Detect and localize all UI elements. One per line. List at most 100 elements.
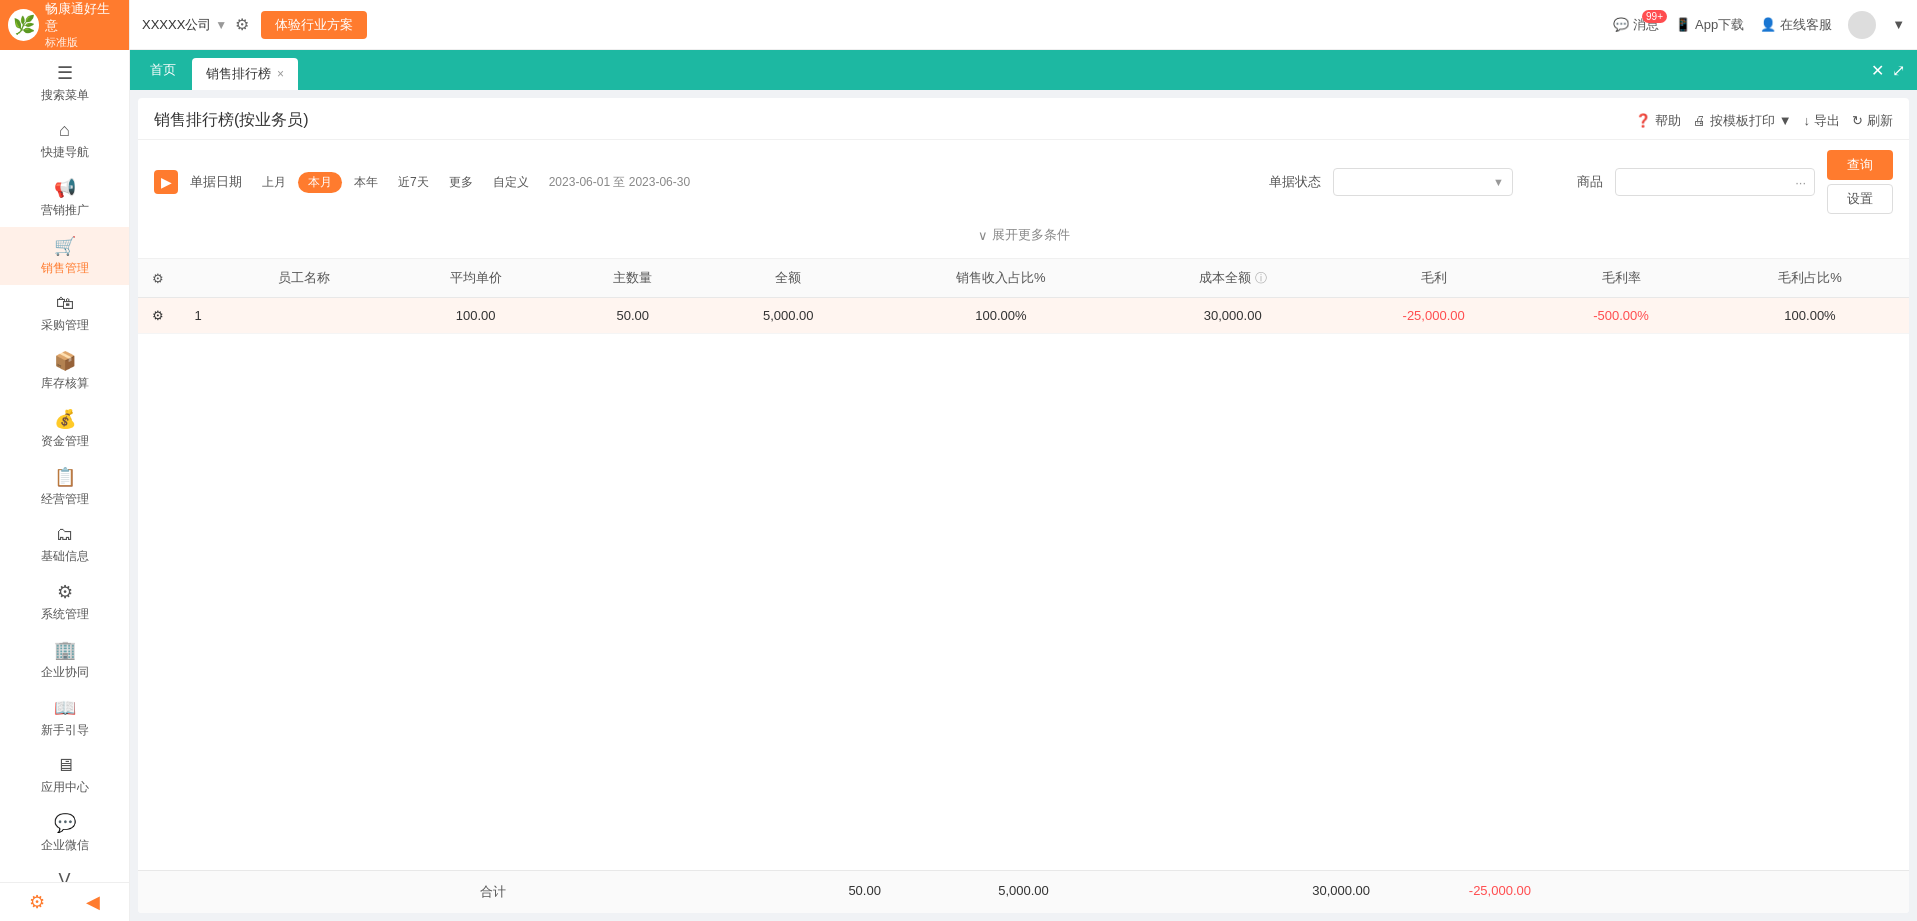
total-label: 合计 [468, 879, 627, 905]
app-download-label: App下载 [1695, 16, 1744, 34]
help-btn[interactable]: ❓ 帮助 [1635, 112, 1681, 130]
row-profit-rate: -500.00% [1531, 298, 1711, 334]
date-tab-current-year[interactable]: 本年 [346, 172, 386, 193]
tabbar: 首页 销售排行榜 × ✕ ⤢ [130, 50, 1917, 90]
total-cost: 30,000.00 [1262, 879, 1421, 905]
sidebar-item-apps[interactable]: 🖥 应用中心 [0, 747, 129, 804]
sidebar-item-wechat[interactable]: 💬 企业微信 [0, 804, 129, 862]
print-label: 按模板打印 [1710, 112, 1775, 130]
operation-label: 经营管理 [41, 491, 89, 508]
sidebar-item-system[interactable]: ⚙ 系统管理 [0, 573, 129, 631]
home-tab-label: 首页 [150, 61, 176, 79]
row-name [218, 298, 390, 334]
date-tab-more[interactable]: 更多 [441, 172, 481, 193]
sidebar-item-marketing[interactable]: 📢 营销推广 [0, 169, 129, 227]
row-sales-ratio: 100.00% [873, 298, 1130, 334]
refresh-btn[interactable]: ↻ 刷新 [1852, 112, 1893, 130]
total-sales-ratio [1103, 879, 1262, 905]
purchase-icon: 🛍 [56, 293, 74, 314]
table-container: ⚙ 员工名称 平均单价 主数量 全额 销售收入占比% 成本全额 ⓘ 毛利 毛利率… [138, 259, 1909, 870]
topbar-settings-icon[interactable]: ⚙ [235, 15, 249, 34]
sidebar-item-enterprise[interactable]: 🏢 企业协同 [0, 631, 129, 689]
print-btn[interactable]: 🖨 按模板打印 ▼ [1693, 112, 1792, 130]
basic-label: 基础信息 [41, 548, 89, 565]
sales-rank-tab[interactable]: 销售排行榜 × [192, 58, 298, 90]
messages-badge: 99+ [1642, 10, 1667, 23]
tab-close-icon[interactable]: × [277, 67, 284, 81]
shortcut-icon: ⌂ [59, 120, 70, 141]
expand-more-label: 展开更多条件 [992, 226, 1070, 244]
col-amount: 全额 [704, 259, 873, 298]
date-tab-7days[interactable]: 近7天 [390, 172, 437, 193]
company-name: XXXXX公司 [142, 16, 211, 34]
export-label: 导出 [1814, 112, 1840, 130]
sidebar-item-finance[interactable]: 💰 资金管理 [0, 400, 129, 458]
sidebar-item-basic[interactable]: 🗂 基础信息 [0, 516, 129, 573]
goods-select[interactable]: ··· [1615, 168, 1815, 196]
sidebar-item-search[interactable]: ☰ 搜索菜单 [0, 54, 129, 112]
inventory-label: 库存核算 [41, 375, 89, 392]
messages-btn[interactable]: 💬 消息 99+ [1613, 16, 1659, 34]
date-filter-label: 单据日期 [190, 173, 242, 191]
sidebar-item-operation[interactable]: 📋 经营管理 [0, 458, 129, 516]
home-tab[interactable]: 首页 [134, 50, 192, 90]
filter-bar: ▶ 单据日期 上月 本月 本年 近7天 更多 自定义 2023-06-01 至 … [138, 140, 1909, 259]
system-icon: ⚙ [57, 581, 73, 603]
enterprise-icon: 🏢 [54, 639, 76, 661]
status-select[interactable]: ▼ [1333, 168, 1513, 196]
col-avg-price: 平均单价 [390, 259, 562, 298]
search-icon: ☰ [57, 62, 73, 84]
date-tab-current-month[interactable]: 本月 [298, 172, 342, 193]
sidebar-settings-btn[interactable]: ⚙ [29, 891, 45, 913]
sidebar-item-member[interactable]: V 畅会员 [0, 862, 129, 882]
app-name: 畅康通好生意 [45, 1, 121, 35]
row-settings[interactable]: ⚙ [138, 298, 178, 334]
user-avatar[interactable] [1848, 11, 1876, 39]
col-profit-rate: 毛利率 [1531, 259, 1711, 298]
company-dropdown-icon: ▼ [215, 18, 227, 32]
sidebar-item-shortcut[interactable]: ⌂ 快捷导航 [0, 112, 129, 169]
col-settings[interactable]: ⚙ [138, 259, 178, 298]
date-range-display: 2023-06-01 至 2023-06-30 [549, 174, 690, 191]
total-profit-rate [1579, 879, 1738, 905]
sidebar-collapse-btn[interactable]: ◀ [86, 891, 100, 913]
close-window-icon[interactable]: ✕ [1871, 61, 1884, 80]
cost-info-icon[interactable]: ⓘ [1255, 271, 1267, 285]
col-profit-ratio: 毛利占比% [1711, 259, 1909, 298]
app-download-btn[interactable]: 📱 App下载 [1675, 16, 1744, 34]
row-profit-ratio: 100.00% [1711, 298, 1909, 334]
tabbar-actions: ✕ ⤢ [1871, 61, 1913, 80]
member-icon: V [58, 870, 70, 882]
sidebar-item-inventory[interactable]: 📦 库存核算 [0, 342, 129, 400]
chevron-down-icon: ∨ [978, 228, 988, 243]
main-area: XXXXX公司 ▼ ⚙ 体验行业方案 💬 消息 99+ 📱 App下载 👤 在线… [130, 0, 1917, 921]
goods-more-icon[interactable]: ··· [1795, 175, 1806, 190]
user-name-btn[interactable]: ▼ [1892, 17, 1905, 32]
settings-button[interactable]: 设置 [1827, 184, 1893, 214]
expand-more-btn[interactable]: ∨ 展开更多条件 [978, 226, 1070, 244]
logo-icon: 🌿 [8, 9, 39, 41]
col-name: 员工名称 [218, 259, 390, 298]
col-profit: 毛利 [1336, 259, 1531, 298]
inventory-icon: 📦 [54, 350, 76, 372]
online-service-btn[interactable]: 👤 在线客服 [1760, 16, 1832, 34]
query-button[interactable]: 查询 [1827, 150, 1893, 180]
expand-window-icon[interactable]: ⤢ [1892, 61, 1905, 80]
sidebar-item-purchase[interactable]: 🛍 采购管理 [0, 285, 129, 342]
help-label: 帮助 [1655, 112, 1681, 130]
date-tab-last-month[interactable]: 上月 [254, 172, 294, 193]
col-sales-ratio: 销售收入占比% [873, 259, 1130, 298]
company-selector[interactable]: XXXXX公司 ▼ [142, 16, 227, 34]
trial-button[interactable]: 体验行业方案 [261, 11, 367, 39]
sales-icon: 🛒 [54, 235, 76, 257]
date-tab-custom[interactable]: 自定义 [485, 172, 537, 193]
filter-row-1: ▶ 单据日期 上月 本月 本年 近7天 更多 自定义 2023-06-01 至 … [154, 150, 1893, 214]
apps-label: 应用中心 [41, 779, 89, 796]
export-btn[interactable]: ↓ 导出 [1804, 112, 1841, 130]
row-avg-price: 100.00 [390, 298, 562, 334]
table-row: ⚙ 1 100.00 50.00 5,000.00 100.00% 30,000… [138, 298, 1909, 334]
expand-more-row: ∨ 展开更多条件 [154, 222, 1893, 248]
sidebar-item-sales[interactable]: 🛒 销售管理 [0, 227, 129, 285]
sidebar-item-newbie[interactable]: 📖 新手引导 [0, 689, 129, 747]
filter-collapse-btn[interactable]: ▶ [154, 170, 178, 194]
